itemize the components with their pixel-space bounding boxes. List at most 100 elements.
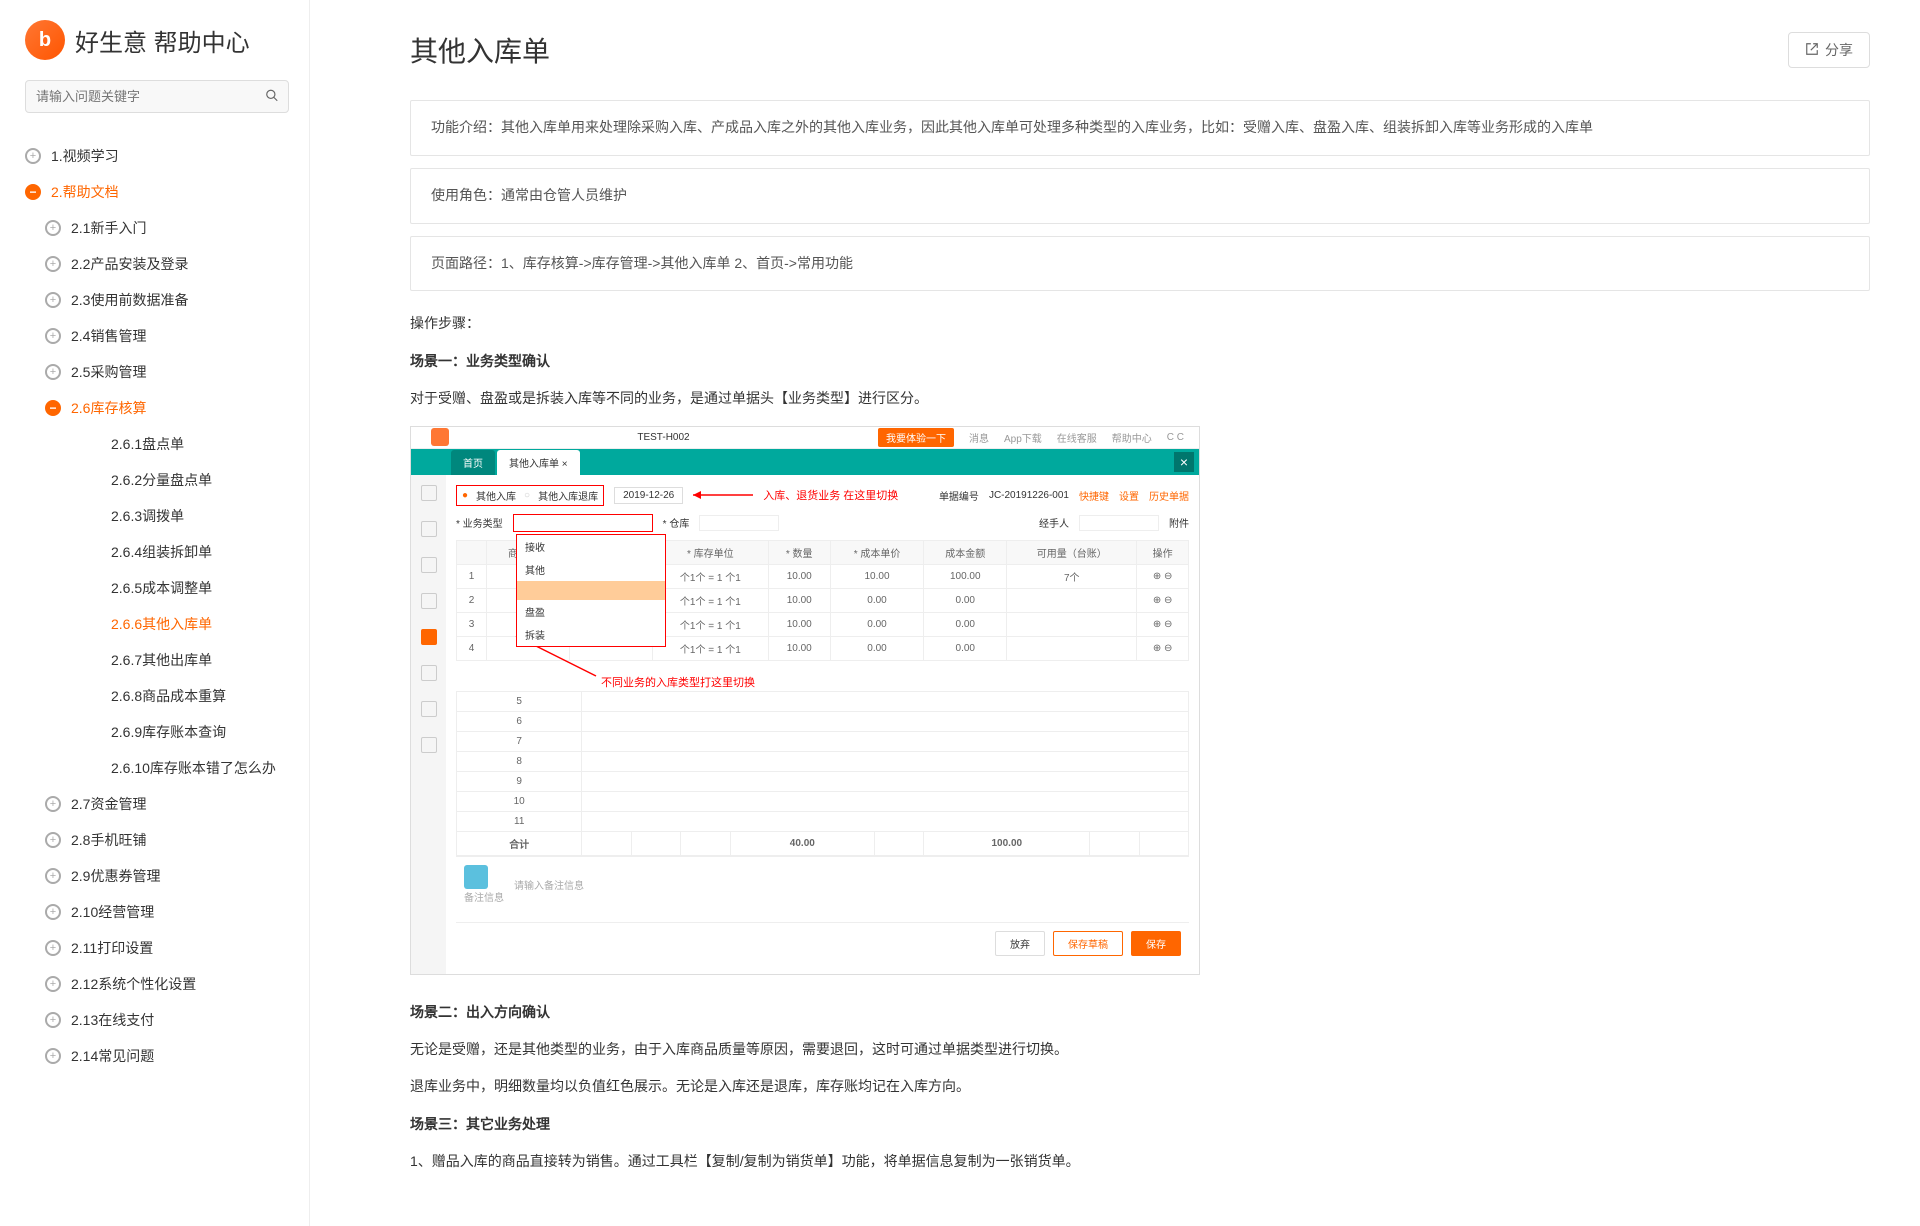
nav-2-6-9[interactable]: 2.6.9库存账本查询 [85, 714, 289, 750]
intro-text: 其他入库单用来处理除采购入库、产成品入库之外的其他入库业务，因此其他入库单可处理… [501, 119, 1593, 135]
logo-icon: b [25, 20, 65, 60]
search-input[interactable] [25, 80, 289, 113]
ss-btn-fast: 快捷键 [1079, 488, 1109, 503]
ss-docno: JC-20191226-001 [989, 490, 1069, 501]
nav-2-6-7[interactable]: 2.6.7其他出库单 [85, 642, 289, 678]
role-label: 使用角色： [431, 187, 501, 203]
nav-2-4[interactable]: +2.4销售管理 [45, 318, 289, 354]
path-label: 页面路径： [431, 255, 501, 271]
nav-video[interactable]: +1.视频学习 [25, 138, 289, 174]
role-box: 使用角色：通常由仓管人员维护 [410, 168, 1870, 224]
ss-btn-save: 保存 [1131, 931, 1181, 956]
nav-2-6-5[interactable]: 2.6.5成本调整单 [85, 570, 289, 606]
scene2-title: 场景二：出入方向确认 [410, 1000, 1870, 1025]
ss-attach-label: 附件 [1169, 515, 1189, 530]
nav-2-6-3[interactable]: 2.6.3调拨单 [85, 498, 289, 534]
ss-tab-home: 首页 [451, 450, 495, 475]
nav-2-3[interactable]: +2.3使用前数据准备 [45, 282, 289, 318]
nav-2-2[interactable]: +2.2产品安装及登录 [45, 246, 289, 282]
nav-2-13[interactable]: +2.13在线支付 [45, 1002, 289, 1038]
plus-icon: + [45, 904, 61, 920]
path-box: 页面路径：1、库存核算->库存管理->其他入库单 2、首页->常用功能 [410, 236, 1870, 292]
scene1-text: 对于受赠、盘盈或是拆装入库等不同的业务，是通过单据头【业务类型】进行区分。 [410, 386, 1870, 411]
share-icon [1805, 42, 1819, 59]
share-button[interactable]: 分享 [1788, 32, 1870, 68]
nav-2-6-1[interactable]: 2.6.1盘点单 [85, 426, 289, 462]
ss-btn-history: 历史单据 [1149, 488, 1189, 503]
nav-help-docs[interactable]: −2.帮助文档 [25, 174, 289, 210]
ss-btn-discard: 放弃 [995, 931, 1045, 956]
nav-2-6-6[interactable]: 2.6.6其他入库单 [85, 606, 289, 642]
nav-sub: +2.1新手入门 +2.2产品安装及登录 +2.3使用前数据准备 +2.4销售管… [25, 210, 289, 1074]
ss-close-icon: × [1174, 452, 1194, 472]
nav-sub-sub: 2.6.1盘点单 2.6.2分量盘点单 2.6.3调拨单 2.6.4组装拆卸单 … [45, 426, 289, 786]
plus-icon: + [45, 940, 61, 956]
nav-2-6-2[interactable]: 2.6.2分量盘点单 [85, 462, 289, 498]
ss-tab-doc: 其他入库单 × [497, 450, 580, 475]
search-icon[interactable] [265, 88, 279, 105]
ss-th-op: 操作 [1137, 540, 1189, 564]
minus-icon: − [45, 400, 61, 416]
nav-2-9[interactable]: +2.9优惠券管理 [45, 858, 289, 894]
ss-nav-icon [421, 737, 437, 753]
plus-icon: + [45, 832, 61, 848]
ss-topbar: TEST-H002 我要体验一下 消息 App下载 在线客服 帮助中心 C C [411, 427, 1199, 449]
ss-anno2: 不同业务的入库类型打这里切换 [601, 674, 755, 690]
ss-th-amount: 成本金额 [924, 540, 1007, 564]
minus-icon: − [25, 184, 41, 200]
scene3-title: 场景三：其它业务处理 [410, 1112, 1870, 1137]
page-title: 其他入库单 [410, 30, 550, 70]
ss-th-avail: 可用量（台账） [1007, 540, 1137, 564]
ss-nav-icon [421, 521, 437, 537]
nav-2-6-8[interactable]: 2.6.8商品成本重算 [85, 678, 289, 714]
nav-2-8[interactable]: +2.8手机旺铺 [45, 822, 289, 858]
nav-2-6-4[interactable]: 2.6.4组装拆卸单 [85, 534, 289, 570]
plus-icon: + [45, 220, 61, 236]
nav-2-1[interactable]: +2.1新手入门 [45, 210, 289, 246]
ss-tabs: 首页 其他入库单 × × [411, 449, 1199, 475]
plus-icon: + [45, 364, 61, 380]
plus-icon: + [45, 796, 61, 812]
ss-nav-icon [421, 557, 437, 573]
ss-body: ●其他入库 ○其他入库退库 2019-12-26 入库、退货业务 在这里切换 单… [411, 475, 1199, 974]
ss-content: ●其他入库 ○其他入库退库 2019-12-26 入库、退货业务 在这里切换 单… [446, 475, 1199, 974]
logo-area: b 好生意 帮助中心 [25, 20, 289, 60]
nav-2-5[interactable]: +2.5采购管理 [45, 354, 289, 390]
ss-redbox-dropdown [513, 514, 653, 532]
nav-2-6-10[interactable]: 2.6.10库存账本错了怎么办 [85, 750, 289, 786]
scene3-text: 1、赠品入库的商品直接转为销售。通过工具栏【复制/复制为销货单】功能，将单据信息… [410, 1149, 1870, 1174]
ss-table-empty: 5 6 7 8 9 10 11 合计40.00100.00 [456, 691, 1189, 856]
sidebar: b 好生意 帮助中心 +1.视频学习 −2.帮助文档 +2.1新手入门 +2.2… [0, 0, 310, 1226]
ss-nav-icon-active [421, 629, 437, 645]
ss-remark-label: 备注信息 [464, 889, 504, 904]
ss-btn-setting: 设置 [1119, 488, 1139, 503]
search-box [25, 80, 289, 113]
ss-footer: 放弃 保存草稿 保存 [456, 922, 1189, 964]
nav-2-6[interactable]: −2.6库存核算 [45, 390, 289, 426]
nav-2-11[interactable]: +2.11打印设置 [45, 930, 289, 966]
nav-2-10[interactable]: +2.10经营管理 [45, 894, 289, 930]
ss-dd-hl [517, 581, 665, 600]
steps-label: 操作步骤： [410, 311, 1870, 336]
logo-text: 好生意 帮助中心 [75, 23, 250, 58]
ss-dd-2: 其他 [517, 558, 665, 581]
ss-menu-app: App下载 [1004, 430, 1042, 445]
ss-th-unit: * 库存单位 [653, 540, 769, 564]
nav-2-12[interactable]: +2.12系统个性化设置 [45, 966, 289, 1002]
ss-env: TEST-H002 [637, 432, 689, 443]
nav-2-7[interactable]: +2.7资金管理 [45, 786, 289, 822]
scene2-text1: 无论是受赠，还是其他类型的业务，由于入库商品质量等原因，需要退回，这时可通过单据… [410, 1037, 1870, 1062]
ss-menu-service: 在线客服 [1057, 430, 1097, 445]
arrow-icon [693, 488, 753, 503]
nav-2-14[interactable]: +2.14常见问题 [45, 1038, 289, 1074]
ss-nav-icon [421, 665, 437, 681]
ss-warehouse-label: * 仓库 [663, 515, 690, 530]
scene2-text2: 退库业务中，明细数量均以负值红色展示。无论是入库还是退库，库存账均记在入库方向。 [410, 1074, 1870, 1099]
ss-docno-label: 单据编号 [939, 488, 979, 503]
ss-type-label: * 业务类型 [456, 515, 503, 530]
intro-label: 功能介绍： [431, 119, 501, 135]
plus-icon: + [45, 256, 61, 272]
plus-icon: + [45, 976, 61, 992]
ss-anno-row: 不同业务的入库类型打这里切换 [456, 666, 1189, 691]
ss-row-fields: * 业务类型 * 仓库 经手人 附件 接收 其他 [456, 514, 1189, 532]
